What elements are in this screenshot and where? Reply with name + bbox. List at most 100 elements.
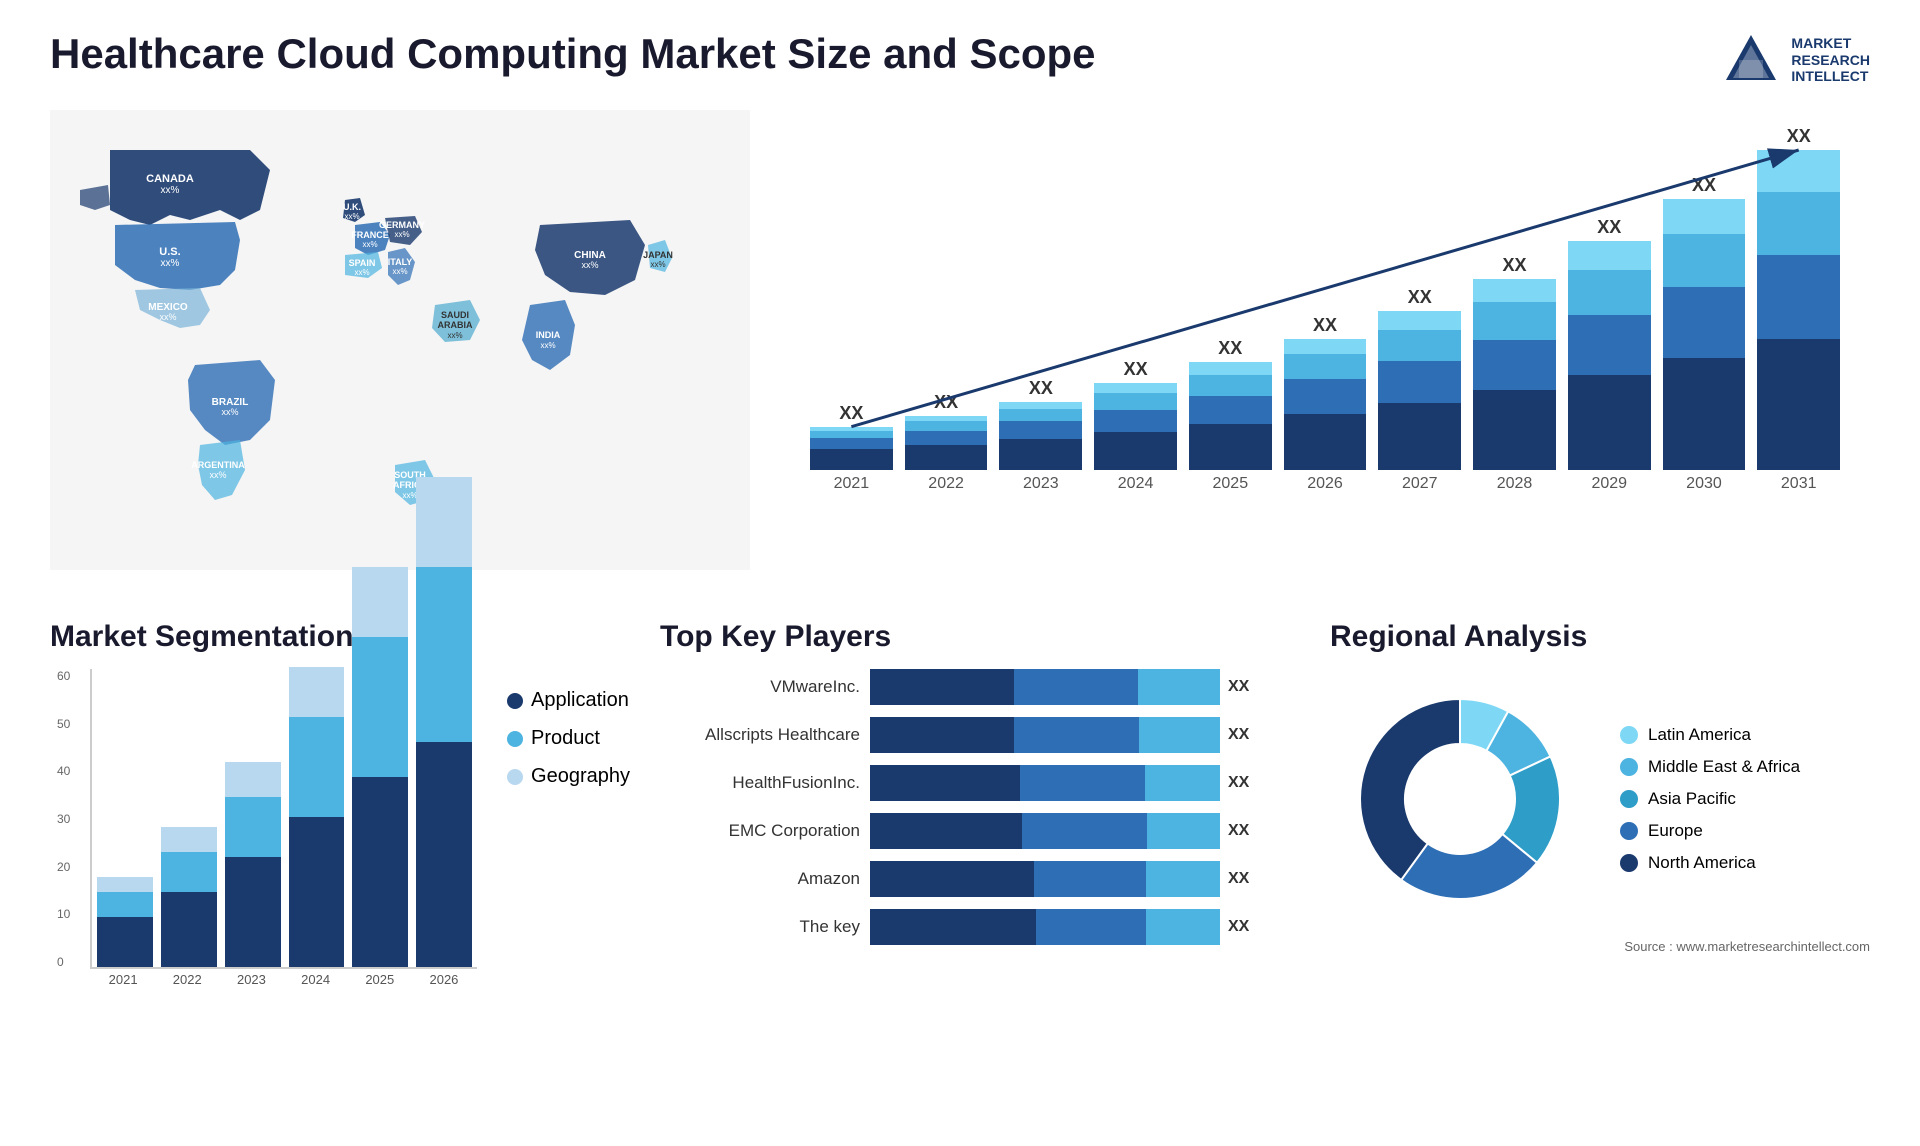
regional-legend-item: Latin America — [1620, 725, 1800, 745]
svg-text:xx%: xx% — [161, 185, 180, 196]
player-bar-segment — [1146, 861, 1220, 897]
player-bar-segment — [870, 861, 1034, 897]
reg-dot — [1620, 726, 1638, 744]
player-bar-stack — [870, 813, 1220, 849]
bar-segment — [1094, 410, 1177, 432]
player-bar-container: XX — [870, 765, 1300, 801]
reg-legend-label: Asia Pacific — [1648, 789, 1736, 809]
bar-segment — [1189, 396, 1272, 424]
svg-text:JAPAN: JAPAN — [643, 250, 673, 260]
player-bar-container: XX — [870, 813, 1300, 849]
svg-text:xx%: xx% — [354, 268, 369, 277]
seg-year-label: 2025 — [352, 972, 408, 987]
player-bar-segment — [870, 669, 1014, 705]
player-name: The key — [660, 917, 860, 937]
seg-dot — [507, 769, 523, 785]
reg-dot — [1620, 758, 1638, 776]
logo-text: MARKET RESEARCH INTELLECT — [1791, 35, 1870, 85]
player-value: XX — [1228, 726, 1249, 744]
segmentation-section: Market Segmentation 0102030405060 202120… — [50, 620, 630, 1100]
bar-stack — [1473, 279, 1556, 470]
player-bar-segment — [870, 765, 1020, 801]
regional-legend-item: North America — [1620, 853, 1800, 873]
seg-bar-group — [97, 877, 153, 967]
seg-bar-segment — [225, 797, 281, 857]
seg-dot — [507, 731, 523, 747]
bar-group: XX — [1757, 126, 1840, 470]
bar-group: XX — [1663, 175, 1746, 470]
player-value: XX — [1228, 918, 1249, 936]
bar-group: XX — [1378, 287, 1461, 470]
seg-bar-segment — [161, 892, 217, 967]
bar-group: XX — [1568, 217, 1651, 470]
seg-bar-segment — [97, 892, 153, 917]
player-row: HealthFusionInc.XX — [660, 765, 1300, 801]
bar-segment — [1568, 241, 1651, 270]
svg-text:xx%: xx% — [362, 240, 377, 249]
player-bar-segment — [870, 813, 1022, 849]
bar-segment — [1094, 383, 1177, 393]
svg-text:xx%: xx% — [209, 470, 226, 480]
seg-bar-segment — [225, 857, 281, 967]
bar-stack — [810, 427, 893, 470]
regional-title: Regional Analysis — [1330, 620, 1870, 654]
svg-text:INDIA: INDIA — [536, 330, 561, 340]
bar-stack — [1757, 150, 1840, 470]
reg-dot — [1620, 790, 1638, 808]
svg-text:ITALY: ITALY — [388, 257, 413, 267]
seg-bar-segment — [352, 637, 408, 777]
player-name: Allscripts Healthcare — [660, 725, 860, 745]
svg-text:xx%: xx% — [392, 267, 407, 276]
segmentation-bars: 0102030405060 202120222023202420252026 — [50, 669, 477, 987]
seg-bar-segment — [416, 742, 472, 967]
player-name: Amazon — [660, 869, 860, 889]
bar-group: XX — [999, 378, 1082, 470]
bottom-row: Market Segmentation 0102030405060 202120… — [50, 620, 1870, 1100]
bar-segment — [1189, 362, 1272, 375]
svg-text:CANADA: CANADA — [146, 173, 194, 185]
seg-year-label: 2022 — [159, 972, 215, 987]
bar-group: XX — [1094, 359, 1177, 470]
player-bar-segment — [1034, 861, 1146, 897]
bar-value-label: XX — [1503, 255, 1527, 276]
seg-bar-segment — [289, 817, 345, 967]
player-bar-segment — [1014, 669, 1138, 705]
reg-legend-label: Europe — [1648, 821, 1703, 841]
bar-segment — [999, 402, 1082, 409]
svg-text:xx%: xx% — [159, 312, 176, 322]
world-map: CANADA xx% U.S. xx% MEXICO xx% BRAZIL xx… — [50, 110, 750, 570]
seg-year-label: 2021 — [95, 972, 151, 987]
player-bar-stack — [870, 909, 1220, 945]
bar-segment — [1473, 302, 1556, 340]
seg-bar-group — [225, 762, 281, 967]
player-bar-segment — [1146, 909, 1220, 945]
player-row: VMwareInc.XX — [660, 669, 1300, 705]
regional-section: Regional Analysis Latin AmericaMiddle Ea… — [1330, 620, 1870, 1100]
bar-segment — [1757, 255, 1840, 339]
seg-legend-item: Application — [507, 689, 630, 712]
svg-text:xx%: xx% — [161, 258, 180, 269]
key-players-title: Top Key Players — [660, 620, 1300, 654]
regional-legend: Latin AmericaMiddle East & AfricaAsia Pa… — [1620, 725, 1800, 873]
bar-stack — [905, 416, 988, 470]
seg-bar-group — [352, 567, 408, 967]
bar-segment — [999, 421, 1082, 439]
player-bar-stack — [870, 717, 1220, 753]
bar-group: XX — [1189, 338, 1272, 470]
bar-segment — [810, 449, 893, 470]
regional-legend-item: Europe — [1620, 821, 1800, 841]
seg-bar-segment — [97, 877, 153, 892]
seg-legend-item: Product — [507, 727, 630, 750]
bar-segment — [1284, 339, 1367, 354]
player-row: EMC CorporationXX — [660, 813, 1300, 849]
segmentation-legend: Application Product Geography — [507, 669, 630, 788]
growth-bar-chart: XXXXXXXXXXXXXXXXXXXXXX 20212022202320242… — [780, 110, 1870, 590]
bar-year-label: 2027 — [1378, 475, 1461, 493]
seg-dot — [507, 693, 523, 709]
bar-segment — [1473, 279, 1556, 303]
player-bar-container: XX — [870, 861, 1300, 897]
bar-value-label: XX — [839, 403, 863, 424]
bar-stack — [1189, 362, 1272, 470]
seg-legend-item: Geography — [507, 765, 630, 788]
player-bar-container: XX — [870, 669, 1300, 705]
